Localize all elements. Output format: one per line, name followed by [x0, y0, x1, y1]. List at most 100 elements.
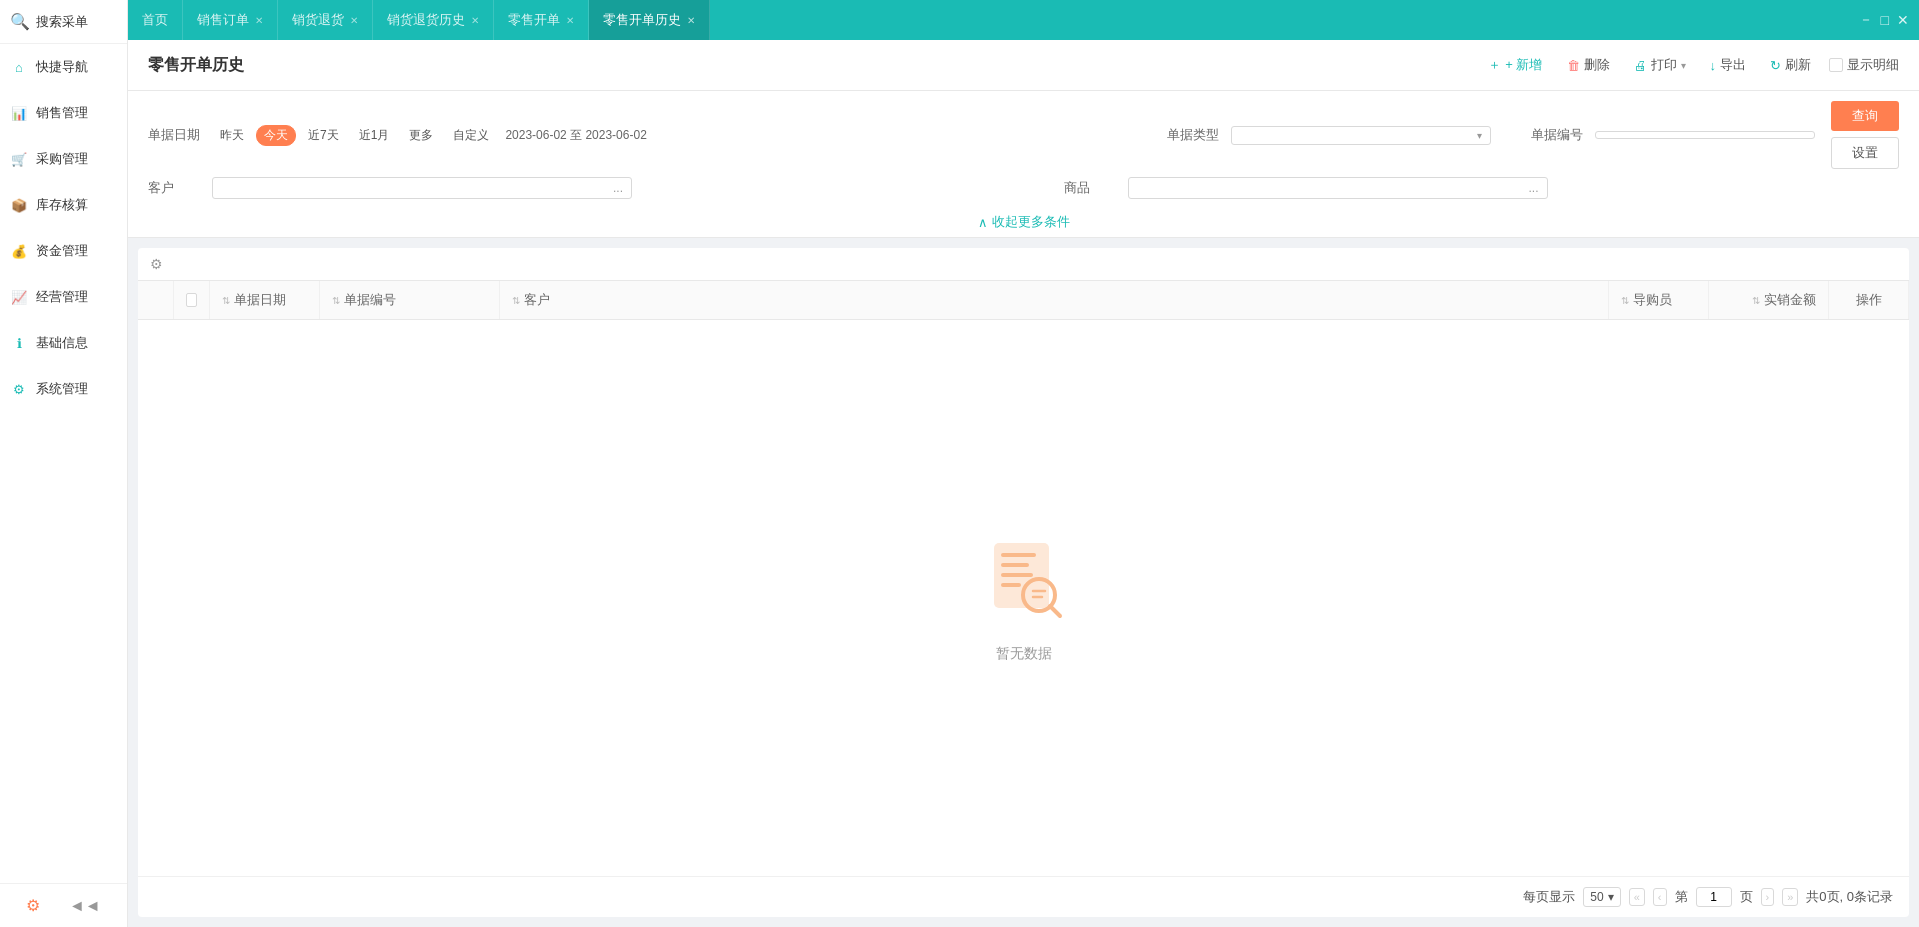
table-toolbar: ⚙ — [138, 248, 1909, 281]
page-title: 零售开单历史 — [148, 55, 244, 76]
page-input[interactable] — [1696, 887, 1732, 907]
query-button[interactable]: 查询 — [1831, 101, 1899, 131]
sidebar-item-sales-mgmt[interactable]: 📊 销售管理 — [0, 90, 127, 136]
refresh-button[interactable]: ↻ 刷新 — [1764, 52, 1817, 78]
prev-page-btn[interactable]: ‹ — [1653, 888, 1667, 906]
sidebar-bottom: ⚙ ◄◄ — [0, 883, 127, 927]
date-range-display: 2023-06-02 至 2023-06-02 — [505, 127, 646, 144]
export-icon: ↓ — [1710, 58, 1717, 73]
add-icon: ＋ — [1488, 56, 1501, 74]
date-btn-today[interactable]: 今天 — [256, 125, 296, 146]
tab-retail-open[interactable]: 零售开单 ✕ — [494, 0, 589, 40]
th-amount[interactable]: ⇅ 实销金额 — [1709, 281, 1829, 319]
per-page-select[interactable]: 50 ▾ — [1583, 887, 1620, 907]
tab-bar-right: － □ ✕ — [1859, 11, 1919, 29]
date-btn-yesterday[interactable]: 昨天 — [212, 125, 252, 146]
window-close-btn[interactable]: ✕ — [1897, 12, 1909, 28]
date-btn-more[interactable]: 更多 — [401, 125, 441, 146]
tab-close-icon[interactable]: ✕ — [687, 15, 695, 26]
window-maximize-btn[interactable]: □ — [1881, 12, 1889, 28]
sidebar-search[interactable]: 🔍 搜索采单 — [0, 0, 127, 44]
sidebar-item-label: 采购管理 — [36, 150, 88, 168]
tab-close-icon[interactable]: ✕ — [350, 15, 358, 26]
th-customer[interactable]: ⇅ 客户 — [500, 281, 1609, 319]
sidebar-item-label: 库存核算 — [36, 196, 88, 214]
svg-rect-4 — [1001, 583, 1021, 587]
sidebar-item-operations[interactable]: 📈 经营管理 — [0, 274, 127, 320]
page-header: 零售开单历史 ＋ + 新增 🗑 删除 🖨 打印 ▾ ↓ 导出 — [128, 40, 1919, 91]
goods-filter-label: 商品 — [1064, 179, 1120, 197]
bar-icon: 📈 — [10, 288, 28, 306]
svg-rect-2 — [1001, 563, 1029, 567]
th-settings — [138, 281, 174, 319]
table-settings-icon[interactable]: ⚙ — [150, 256, 163, 272]
date-btn-custom[interactable]: 自定义 — [445, 125, 497, 146]
filter-group-date: 单据日期 昨天 今天 近7天 近1月 更多 自定义 2023-06-02 至 2… — [148, 125, 1127, 146]
table-section: ⚙ ⇅ 单据日期 ⇅ 单据编号 ⇅ 客户 — [138, 248, 1909, 917]
shopping-icon: 🛒 — [10, 150, 28, 168]
home-icon: ⌂ — [10, 58, 28, 76]
no-filter-input[interactable] — [1595, 131, 1815, 139]
sidebar-item-purchase-mgmt[interactable]: 🛒 采购管理 — [0, 136, 127, 182]
sort-icon: ⇅ — [222, 295, 230, 306]
th-date[interactable]: ⇅ 单据日期 — [210, 281, 320, 319]
type-filter-select[interactable]: ▾ — [1231, 126, 1491, 145]
tab-sales-return[interactable]: 销货退货 ✕ — [278, 0, 373, 40]
empty-text: 暂无数据 — [996, 645, 1052, 663]
next-page-btn[interactable]: › — [1761, 888, 1775, 906]
date-filter-label: 单据日期 — [148, 126, 204, 144]
tab-sales-return-history[interactable]: 销货退货历史 ✕ — [373, 0, 494, 40]
sidebar-item-label: 基础信息 — [36, 334, 88, 352]
filter-group-goods: 商品 ... — [1064, 177, 1900, 199]
tab-retail-open-history[interactable]: 零售开单历史 ✕ — [589, 0, 710, 40]
filter-row-1: 单据日期 昨天 今天 近7天 近1月 更多 自定义 2023-06-02 至 2… — [148, 101, 1899, 169]
date-quick-btns: 昨天 今天 近7天 近1月 更多 自定义 — [212, 125, 497, 146]
show-detail-checkbox[interactable] — [1829, 58, 1843, 72]
add-button[interactable]: ＋ + 新增 — [1482, 52, 1548, 78]
first-page-btn[interactable]: « — [1629, 888, 1645, 906]
print-icon: 🖨 — [1634, 58, 1647, 73]
sidebar-item-quick-nav[interactable]: ⌂ 快捷导航 — [0, 44, 127, 90]
sidebar-item-label: 系统管理 — [36, 380, 88, 398]
sidebar-item-finance[interactable]: 💰 资金管理 — [0, 228, 127, 274]
sidebar-item-base-info[interactable]: ℹ 基础信息 — [0, 320, 127, 366]
tab-close-icon[interactable]: ✕ — [255, 15, 263, 26]
sort-icon: ⇅ — [1752, 295, 1760, 306]
sidebar-item-sys-mgmt[interactable]: ⚙ 系统管理 — [0, 366, 127, 412]
info-icon: ℹ — [10, 334, 28, 352]
last-page-btn[interactable]: » — [1782, 888, 1798, 906]
select-all-checkbox[interactable] — [186, 293, 197, 307]
svg-line-6 — [1050, 606, 1060, 616]
chevron-up-icon: ∧ — [978, 215, 988, 230]
sidebar-nav: ⌂ 快捷导航 📊 销售管理 🛒 采购管理 📦 库存核算 💰 资金管理 📈 经营管… — [0, 44, 127, 883]
export-button[interactable]: ↓ 导出 — [1704, 52, 1753, 78]
content-area: 零售开单历史 ＋ + 新增 🗑 删除 🖨 打印 ▾ ↓ 导出 — [128, 40, 1919, 927]
tab-close-icon[interactable]: ✕ — [471, 15, 479, 26]
date-btn-1month[interactable]: 近1月 — [351, 125, 398, 146]
show-detail-toggle[interactable]: 显示明细 — [1829, 56, 1899, 74]
th-guide[interactable]: ⇅ 导购员 — [1609, 281, 1709, 319]
collapse-sidebar-icon[interactable]: ◄◄ — [69, 897, 101, 915]
type-filter-label: 单据类型 — [1167, 126, 1223, 144]
settings-icon[interactable]: ⚙ — [26, 896, 40, 915]
tab-home[interactable]: 首页 — [128, 0, 183, 40]
tab-close-icon[interactable]: ✕ — [566, 15, 574, 26]
delete-button[interactable]: 🗑 删除 — [1561, 52, 1616, 78]
sort-icon: ⇅ — [512, 295, 520, 306]
sidebar-item-inventory[interactable]: 📦 库存核算 — [0, 182, 127, 228]
window-minimize-btn[interactable]: － — [1859, 11, 1873, 29]
set-button[interactable]: 设置 — [1831, 137, 1899, 169]
sort-icon: ⇅ — [1621, 295, 1629, 306]
page-suffix: 页 — [1740, 888, 1753, 906]
tab-sales-order[interactable]: 销售订单 ✕ — [183, 0, 278, 40]
search-icon: 🔍 — [10, 12, 30, 31]
date-btn-7days[interactable]: 近7天 — [300, 125, 347, 146]
print-button[interactable]: 🖨 打印 ▾ — [1628, 52, 1692, 78]
filter-group-type: 单据类型 ▾ — [1167, 126, 1491, 145]
filter-group-customer: 客户 ... — [148, 177, 984, 199]
collapse-filter-btn[interactable]: ∧ 收起更多条件 — [148, 207, 1899, 233]
th-check[interactable] — [174, 281, 210, 319]
th-no[interactable]: ⇅ 单据编号 — [320, 281, 500, 319]
customer-filter-input[interactable]: ... — [212, 177, 632, 199]
goods-filter-input[interactable]: ... — [1128, 177, 1548, 199]
